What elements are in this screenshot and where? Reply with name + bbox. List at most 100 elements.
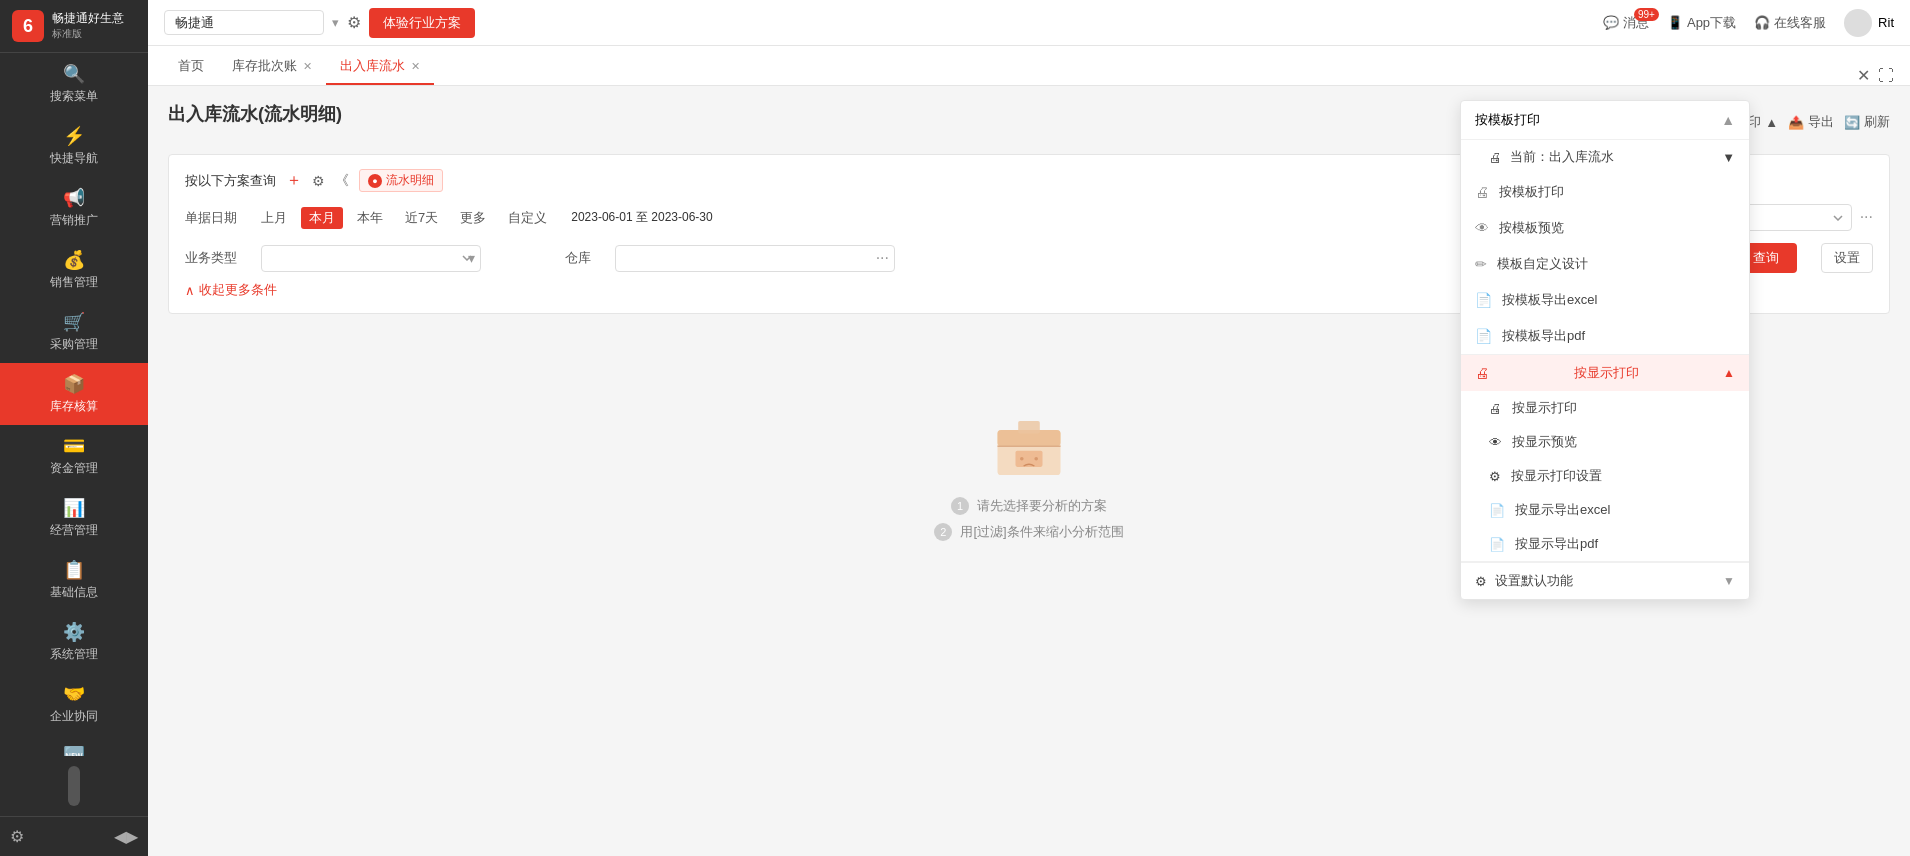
sidebar-item-enterprise[interactable]: 🤝 企业协同 [0,673,148,735]
export-label: 导出 [1808,113,1834,131]
warehouse-more-icon[interactable]: ··· [876,249,889,267]
dropdown-item-label: 按模板导出pdf [1502,327,1585,345]
date-option-custom[interactable]: 自定义 [500,207,555,229]
dropdown-footer-label-wrap: ⚙ 设置默认功能 [1475,572,1573,590]
business-type-chevron-icon[interactable]: ▾ [468,250,475,266]
business-type-field: ▾ [261,245,481,272]
refresh-label: 刷新 [1864,113,1890,131]
sidebar-item-label: 采购管理 [50,336,98,353]
date-option-more[interactable]: 更多 [452,207,494,229]
display-section-header[interactable]: 🖨 按显示打印 ▲ [1461,355,1749,391]
dropdown-footer-label: 设置默认功能 [1495,572,1573,590]
tab-batch-account[interactable]: 库存批次账 ✕ [218,49,326,85]
refresh-icon: 🔄 [1844,115,1860,130]
doc-type-more-icon[interactable]: ··· [1860,208,1873,225]
collapse-sidebar-icon[interactable]: ◀▶ [114,827,138,846]
dropdown-title: 按模板打印 [1475,111,1540,129]
close-tab-button[interactable]: ✕ [1857,66,1870,85]
tab-inout-flow-close[interactable]: ✕ [411,60,420,73]
dropdown-collapse-icon[interactable]: ▲ [1721,112,1735,128]
dropdown-current-chevron: ▼ [1722,150,1735,165]
dropdown-template-excel[interactable]: 📄 按模板导出excel [1461,282,1749,318]
sidebar-item-search-menu[interactable]: 🔍 搜索菜单 [0,53,148,115]
avatar [1844,9,1872,37]
topbar-search-input[interactable] [164,10,324,35]
sidebar-item-sales[interactable]: 💰 销售管理 [0,239,148,301]
current-icon: 🖨 [1489,150,1502,165]
sidebar-item-label: 快捷导航 [50,150,98,167]
dropdown-item-label: 按模板预览 [1499,219,1564,237]
headset-icon: 🎧 [1754,15,1770,30]
export-button[interactable]: 📤 导出 [1788,113,1834,131]
date-option-last-7[interactable]: 近7天 [397,207,446,229]
sidebar-item-basic-info[interactable]: 📋 基础信息 [0,549,148,611]
dropdown-sub-item-label: 按显示打印设置 [1511,467,1602,485]
topbar-dropdown-icon[interactable]: ▾ [332,15,339,30]
dropdown-display-print[interactable]: 🖨 按显示打印 [1461,391,1749,425]
expand-button[interactable]: ⛶ [1878,67,1894,85]
sidebar-item-operations[interactable]: 📊 经营管理 [0,487,148,549]
page-content: 出入库流水(流水明细) 🖨 按模板打印 ▲ 📤 导出 🔄 刷新 [148,86,1910,856]
message-button[interactable]: 💬 消息 99+ [1603,14,1649,32]
filter-add-button[interactable]: ＋ [286,170,302,191]
display-section-chevron: ▲ [1723,366,1735,380]
preview-icon: 👁 [1475,220,1489,236]
refresh-button[interactable]: 🔄 刷新 [1844,113,1890,131]
tab-batch-account-close[interactable]: ✕ [303,60,312,73]
dropdown-display-pdf[interactable]: 📄 按显示导出pdf [1461,527,1749,561]
sidebar-item-marketing[interactable]: 📢 营销推广 [0,177,148,239]
display-section-title: 按显示打印 [1574,364,1639,382]
tab-inout-flow[interactable]: 出入库流水 ✕ [326,49,434,85]
topbar-settings-icon[interactable]: ⚙ [347,13,361,32]
app-download-button[interactable]: 📱 App下载 [1667,14,1736,32]
sidebar-item-guide[interactable]: 🆕 新手引导 [0,735,148,756]
dropdown-current-item[interactable]: 🖨 当前：出入库流水 ▼ [1461,140,1749,174]
dropdown-template-preview[interactable]: 👁 按模板预览 [1461,210,1749,246]
filter-gear-button[interactable]: ⚙ [312,173,325,189]
sidebar-item-inventory[interactable]: 📦 库存核算 [0,363,148,425]
dropdown-template-pdf[interactable]: 📄 按模板导出pdf [1461,318,1749,354]
dropdown-display-preview[interactable]: 👁 按显示预览 [1461,425,1749,459]
industry-solution-button[interactable]: 体验行业方案 [369,8,475,38]
tab-home[interactable]: 首页 [164,49,218,85]
date-option-this-year[interactable]: 本年 [349,207,391,229]
tab-home-label: 首页 [178,57,204,75]
topbar-right: 💬 消息 99+ 📱 App下载 🎧 在线客服 Rit [1603,9,1894,37]
sidebar-item-label: 营销推广 [50,212,98,229]
export-icon: 📤 [1788,115,1804,130]
settings-button[interactable]: 设置 [1821,243,1873,273]
finance-icon: 💳 [63,435,85,457]
filter-collapse-button[interactable]: 《 [335,172,349,190]
online-service-button[interactable]: 🎧 在线客服 [1754,14,1826,32]
sidebar-item-quick-nav[interactable]: ⚡ 快捷导航 [0,115,148,177]
date-option-last-month[interactable]: 上月 [253,207,295,229]
print-icon: 🖨 [1475,184,1489,200]
sidebar-item-finance[interactable]: 💳 资金管理 [0,425,148,487]
purchase-icon: 🛒 [63,311,85,333]
date-option-this-month[interactable]: 本月 [301,207,343,229]
date-filter: 上月 本月 本年 近7天 更多 自定义 [253,207,555,229]
business-type-label: 业务类型 [185,249,237,267]
warehouse-label: 仓库 [565,249,591,267]
app-download-label: App下载 [1687,14,1736,32]
dropdown-display-excel[interactable]: 📄 按显示导出excel [1461,493,1749,527]
warehouse-input[interactable] [615,245,895,272]
marketing-icon: 📢 [63,187,85,209]
dropdown-template-print[interactable]: 🖨 按模板打印 [1461,174,1749,210]
dropdown-template-custom[interactable]: ✏ 模板自定义设计 [1461,246,1749,282]
sidebar-item-purchase[interactable]: 🛒 采购管理 [0,301,148,363]
dropdown-footer[interactable]: ⚙ 设置默认功能 ▼ [1461,562,1749,599]
sidebar-scrollbar-thumb[interactable] [68,766,80,806]
business-type-select[interactable] [261,245,481,272]
sidebar-item-label: 库存核算 [50,398,98,415]
guide-icon: 🆕 [63,745,85,756]
app-download-icon: 📱 [1667,15,1683,30]
filter-tag-label: 流水明细 [386,172,434,189]
message-icon: 💬 [1603,15,1619,30]
settings-icon[interactable]: ⚙ [10,827,24,846]
search-menu-icon: 🔍 [63,63,85,85]
custom-design-icon: ✏ [1475,256,1487,272]
dropdown-display-settings[interactable]: ⚙ 按显示打印设置 [1461,459,1749,493]
user-menu[interactable]: Rit [1844,9,1894,37]
sidebar-item-system[interactable]: ⚙️ 系统管理 [0,611,148,673]
